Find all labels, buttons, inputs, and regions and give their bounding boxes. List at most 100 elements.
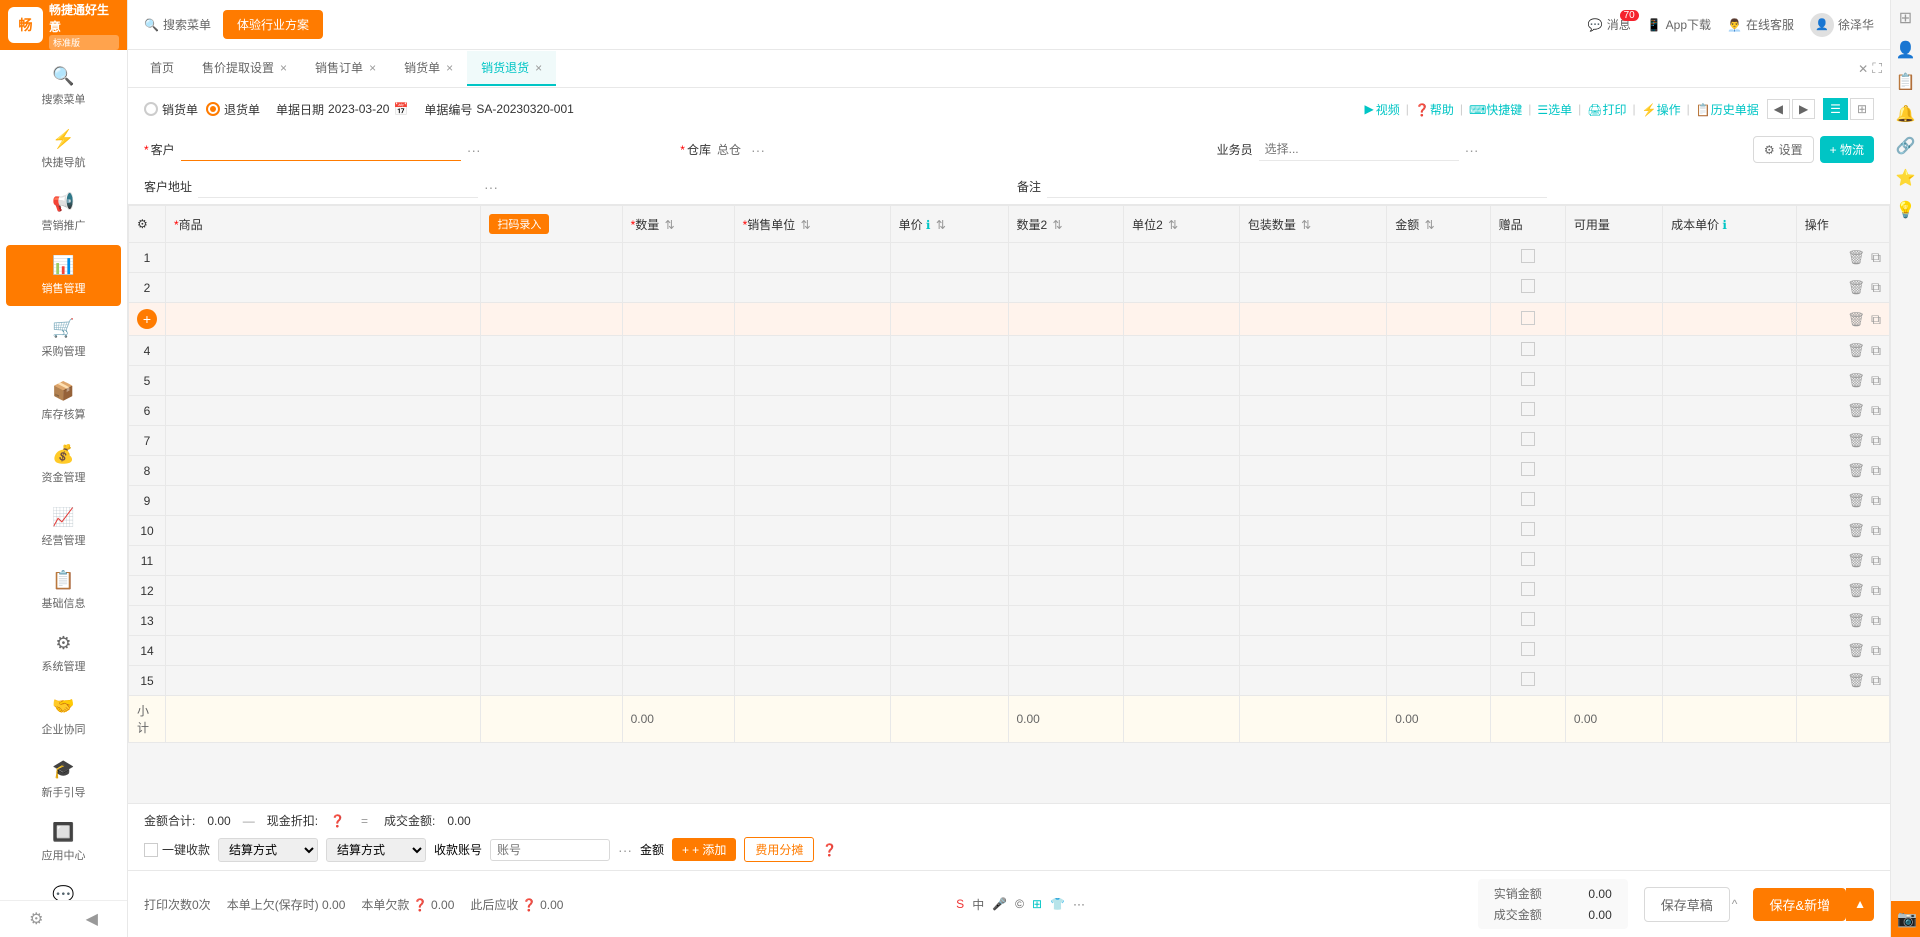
sidebar-item-marketing[interactable]: 📢 营销推广 <box>6 182 121 243</box>
add-payment-btn[interactable]: + + 添加 <box>672 838 736 861</box>
delete-row-btn[interactable]: 🗑 <box>1847 492 1865 509</box>
delete-row-btn[interactable]: 🗑 <box>1847 311 1865 328</box>
copy-row-btn[interactable]: ⧉ <box>1871 311 1881 328</box>
gift-checkbox[interactable] <box>1521 552 1535 566</box>
exp-btn[interactable]: 体验行业方案 <box>223 10 323 39</box>
sidebar-item-guide[interactable]: 🎓 新手引导 <box>6 749 121 810</box>
help-link[interactable]: ❓帮助 <box>1415 101 1454 118</box>
rp-icon-3[interactable]: 📋 <box>1896 72 1916 92</box>
collapse-footer-btn[interactable]: ◀ <box>86 909 98 929</box>
sidebar-item-enterprise[interactable]: 🤝 企业协同 <box>6 686 121 747</box>
close-sales-return-tab[interactable]: × <box>535 61 542 75</box>
price-sort-icon[interactable]: ⇅ <box>936 218 946 232</box>
delete-row-btn[interactable]: 🗑 <box>1847 249 1865 266</box>
sidebar-item-purchase[interactable]: 🛒 采购管理 <box>6 308 121 369</box>
sidebar-item-sales[interactable]: 📊 销售管理 <box>6 245 121 306</box>
gift-checkbox[interactable] <box>1521 642 1535 656</box>
gift-checkbox[interactable] <box>1521 672 1535 686</box>
gift-checkbox[interactable] <box>1521 522 1535 536</box>
sidebar-item-operation[interactable]: 📈 经营管理 <box>6 497 121 558</box>
copy-row-btn[interactable]: ⧉ <box>1871 582 1881 599</box>
copy-row-btn[interactable]: ⧉ <box>1871 462 1881 479</box>
qty2-sort-icon[interactable]: ⇅ <box>1053 218 1063 232</box>
delete-row-btn[interactable]: 🗑 <box>1847 672 1865 689</box>
gift-checkbox[interactable] <box>1521 279 1535 293</box>
tab-sales-order[interactable]: 销售订单 × <box>301 51 390 86</box>
gift-checkbox[interactable] <box>1521 402 1535 416</box>
one-click-collect-check[interactable]: 一键收款 <box>144 841 210 858</box>
save-draft-btn[interactable]: 保存草稿 <box>1644 887 1730 922</box>
unit2-sort-icon[interactable]: ⇅ <box>1168 218 1178 232</box>
warehouse-dots[interactable]: ··· <box>751 142 765 158</box>
close-all-tabs[interactable]: ✕ ⛶ <box>1858 60 1882 77</box>
print-link[interactable]: 🖨打印 <box>1587 101 1626 118</box>
customer-dots[interactable]: ··· <box>467 142 481 158</box>
copy-row-btn[interactable]: ⧉ <box>1871 342 1881 359</box>
next-btn[interactable]: ▶ <box>1792 99 1815 119</box>
radio-return-bill[interactable]: 退货单 <box>206 101 260 118</box>
sidebar-item-search[interactable]: 🔍 搜索菜单 <box>6 56 121 117</box>
copy-row-btn[interactable]: ⧉ <box>1871 279 1881 296</box>
cash-discount-help-icon[interactable]: ❓ <box>330 814 345 828</box>
rp-icon-5[interactable]: 🔗 <box>1896 136 1916 156</box>
save-new-btn[interactable]: 保存&新增 <box>1753 888 1846 921</box>
copy-row-btn[interactable]: ⧉ <box>1871 612 1881 629</box>
delete-row-btn[interactable]: 🗑 <box>1847 552 1865 569</box>
user-menu[interactable]: 👤 徐泽华 <box>1810 13 1874 37</box>
delete-row-btn[interactable]: 🗑 <box>1847 462 1865 479</box>
select-link[interactable]: ☰选单 <box>1537 101 1572 118</box>
prev-btn[interactable]: ◀ <box>1767 99 1790 119</box>
list-view-btn[interactable]: ☰ <box>1823 98 1848 120</box>
sidebar-item-finance[interactable]: 💰 资金管理 <box>6 434 121 495</box>
rp-icon-4[interactable]: 🔔 <box>1896 104 1916 124</box>
customer-addr-input[interactable] <box>198 175 478 198</box>
copy-row-btn[interactable]: ⧉ <box>1871 492 1881 509</box>
copy-row-btn[interactable]: ⧉ <box>1871 522 1881 539</box>
logistics-btn[interactable]: + 物流 <box>1820 136 1874 163</box>
unit-sort-icon[interactable]: ⇅ <box>801 218 811 232</box>
gift-checkbox[interactable] <box>1521 582 1535 596</box>
close-sales-bill-tab[interactable]: × <box>446 61 453 75</box>
delete-row-btn[interactable]: 🗑 <box>1847 402 1865 419</box>
gift-checkbox[interactable] <box>1521 492 1535 506</box>
radio-sales-bill[interactable]: 销货单 <box>144 101 198 118</box>
gift-checkbox[interactable] <box>1521 462 1535 476</box>
copy-row-btn[interactable]: ⧉ <box>1871 402 1881 419</box>
save-new-chevron[interactable]: ▲ <box>1846 888 1874 921</box>
account-input[interactable] <box>490 839 610 861</box>
history-link[interactable]: 📋历史单据 <box>1696 101 1759 118</box>
sidebar-item-quick-nav[interactable]: ⚡ 快捷导航 <box>6 119 121 180</box>
gift-checkbox[interactable] <box>1521 372 1535 386</box>
amount-sort-icon[interactable]: ⇅ <box>1425 218 1435 232</box>
rp-icon-2[interactable]: 👤 <box>1896 40 1916 60</box>
tab-price-extract[interactable]: 售价提取设置 × <box>188 51 301 86</box>
delete-row-btn[interactable]: 🗑 <box>1847 582 1865 599</box>
settle-method-select[interactable]: 结算方式 <box>218 838 318 862</box>
settings-footer-btn[interactable]: ⚙ <box>29 909 43 929</box>
shortcut-link[interactable]: ⌨快捷键 <box>1469 101 1522 118</box>
delete-row-btn[interactable]: 🗑 <box>1847 612 1865 629</box>
delete-row-btn[interactable]: 🗑 <box>1847 642 1865 659</box>
customer-input[interactable] <box>181 138 461 161</box>
rp-icon-6[interactable]: ⭐ <box>1896 168 1916 188</box>
remark-input[interactable] <box>1047 175 1547 198</box>
copy-row-btn[interactable]: ⧉ <box>1871 642 1881 659</box>
tab-sales-return[interactable]: 销货退货 × <box>467 51 556 86</box>
sidebar-item-inventory[interactable]: 📦 库存核算 <box>6 371 121 432</box>
delete-row-btn[interactable]: 🗑 <box>1847 372 1865 389</box>
app-download-btn[interactable]: 📱 App下载 <box>1647 16 1711 33</box>
gift-checkbox[interactable] <box>1521 612 1535 626</box>
rp-icon-7[interactable]: 💡 <box>1896 200 1916 220</box>
add-row-btn[interactable]: + <box>137 309 157 329</box>
product-input-active[interactable] <box>174 312 472 326</box>
calendar-icon[interactable]: 📅 <box>393 102 408 116</box>
gift-checkbox[interactable] <box>1521 342 1535 356</box>
delete-row-btn[interactable]: 🗑 <box>1847 432 1865 449</box>
sidebar-item-system[interactable]: ⚙ 系统管理 <box>6 623 121 684</box>
salesperson-dots[interactable]: ··· <box>1465 142 1479 158</box>
delete-row-btn[interactable]: 🗑 <box>1847 342 1865 359</box>
cost-price-info-icon[interactable]: ℹ <box>1722 218 1727 232</box>
delete-row-btn[interactable]: 🗑 <box>1847 522 1865 539</box>
sidebar-item-base-info[interactable]: 📋 基础信息 <box>6 560 121 621</box>
grid-view-btn[interactable]: ⊞ <box>1850 98 1874 120</box>
